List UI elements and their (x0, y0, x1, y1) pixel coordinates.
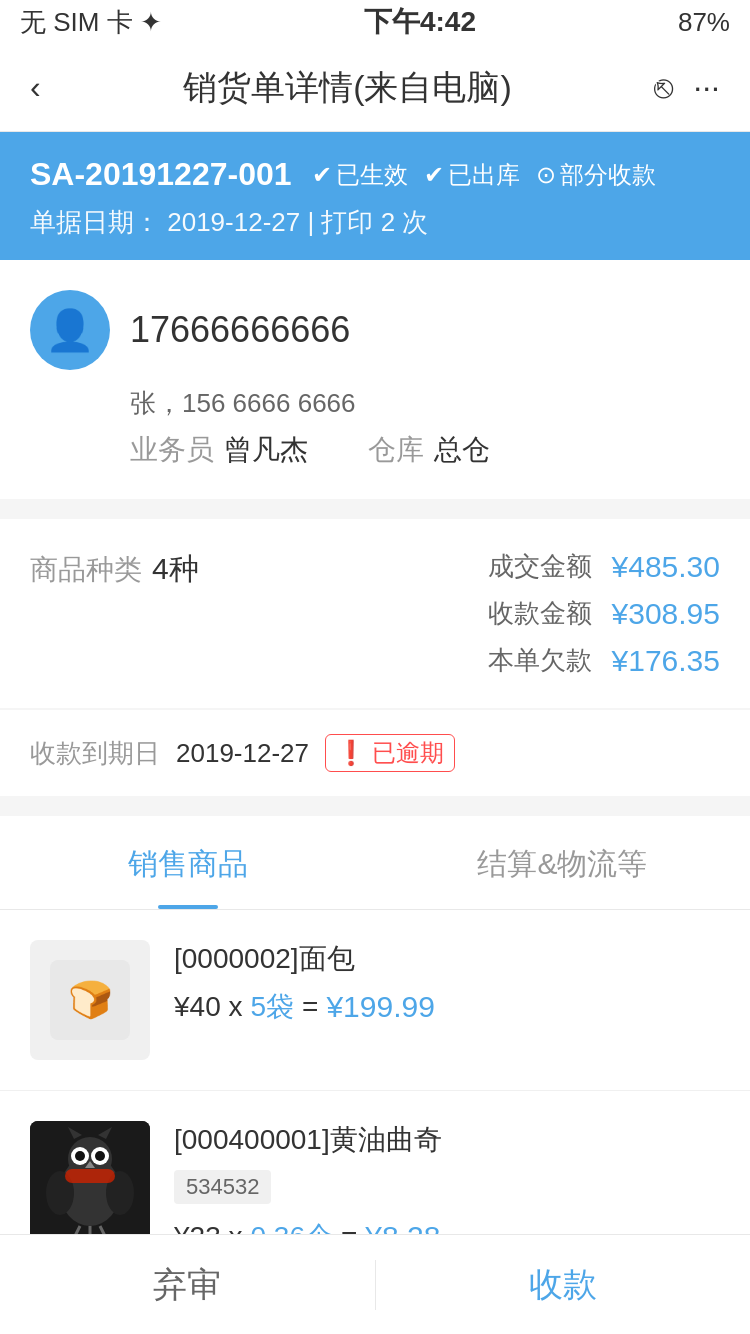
cancel-button[interactable]: 弃审 (0, 1262, 375, 1308)
check-icon-1: ✔ (312, 161, 332, 189)
salesperson-value: 曾凡杰 (224, 431, 308, 469)
stats-section: 商品种类 4种 成交金额 ¥485.30 收款金额 ¥308.95 本单欠款 ¥… (0, 519, 750, 708)
customer-section: 👤 17666666666 张，156 6666 6666 业务员 曾凡杰 仓库… (0, 260, 750, 499)
order-date: 单据日期： 2019-12-27 | 打印 2 次 (30, 205, 720, 240)
stats-left: 商品种类 4种 (30, 549, 199, 590)
debt-amount-row: 本单欠款 ¥176.35 (488, 643, 720, 678)
bottom-bar: 弃审 收款 (0, 1234, 750, 1334)
check-icon-2: ✔ (424, 161, 444, 189)
received-amount-value: ¥308.95 (612, 597, 720, 631)
product-item: 🍞 [0000002]面包 ¥40 x 5袋 = ¥199.99 (0, 910, 750, 1091)
tabs: 销售商品 结算&物流等 (0, 816, 750, 910)
customer-avatar: 👤 (30, 290, 110, 370)
deal-amount-row: 成交金额 ¥485.30 (488, 549, 720, 584)
due-date-label: 收款到期日 (30, 736, 160, 771)
warehouse-row: 仓库 总仓 (368, 431, 490, 469)
customer-id: 17666666666 (130, 309, 350, 351)
warehouse-label: 仓库 (368, 431, 424, 469)
product-image-bread: 🍞 (30, 940, 150, 1060)
product-types: 商品种类 4种 (30, 549, 199, 590)
status-left: 无 SIM 卡 ✦ (20, 5, 162, 40)
deal-amount-value: ¥485.30 (612, 550, 720, 584)
page-title: 销货单详情(来自电脑) (183, 65, 512, 111)
warning-icon: ❗ (336, 739, 366, 767)
more-icon[interactable]: ··· (693, 69, 720, 106)
overdue-text: 已逾期 (372, 737, 444, 769)
svg-text:🍞: 🍞 (68, 978, 113, 1021)
status-out: ✔ 已出库 (424, 159, 520, 191)
svg-rect-14 (65, 1169, 115, 1183)
debt-amount-label: 本单欠款 (488, 643, 592, 678)
product-sku-cookie: 534532 (174, 1170, 271, 1204)
product-price-bread: ¥40 x 5袋 = ¥199.99 (174, 988, 720, 1026)
confirm-button[interactable]: 收款 (376, 1262, 751, 1308)
clock-icon: ⊙ (536, 161, 556, 189)
product-types-count: 4种 (152, 549, 199, 590)
share-icon[interactable]: ⎋ (654, 69, 673, 106)
received-amount-label: 收款金额 (488, 596, 592, 631)
product-image-cookie (30, 1121, 150, 1241)
svg-point-7 (75, 1151, 85, 1161)
deal-amount-label: 成交金额 (488, 549, 592, 584)
customer-detail: 张，156 6666 6666 (130, 386, 720, 421)
battery-text: 87% (678, 7, 730, 38)
customer-row: 业务员 曾凡杰 仓库 总仓 (130, 431, 720, 469)
products-section: 🍞 [0000002]面包 ¥40 x 5袋 = ¥199.99 (0, 910, 750, 1287)
avatar-icon: 👤 (45, 307, 95, 354)
product-info-bread: [0000002]面包 ¥40 x 5袋 = ¥199.99 (174, 940, 720, 1026)
total-bread: ¥199.99 (326, 990, 434, 1024)
product-types-label: 商品种类 (30, 551, 142, 589)
tab-settlement[interactable]: 结算&物流等 (375, 816, 750, 909)
status-right: 87% (678, 7, 730, 38)
status-badges: ✔ 已生效 ✔ 已出库 ⊙ 部分收款 (312, 159, 656, 191)
debt-amount-value: ¥176.35 (612, 644, 720, 678)
salesperson-label: 业务员 (130, 431, 214, 469)
svg-point-8 (95, 1151, 105, 1161)
back-icon[interactable]: ‹ (30, 69, 41, 106)
product-name-bread: [0000002]面包 (174, 940, 720, 978)
due-section: 收款到期日 2019-12-27 ❗ 已逾期 (0, 710, 750, 796)
due-date-value: 2019-12-27 (176, 738, 309, 769)
nav-bar: ‹ 销货单详情(来自电脑) ⎋ ··· (0, 44, 750, 132)
received-amount-row: 收款金额 ¥308.95 (488, 596, 720, 631)
order-number: SA-20191227-001 (30, 156, 292, 193)
price-text-bread: ¥40 x (174, 991, 243, 1023)
nav-left: ‹ (30, 69, 41, 106)
tab-sales-products[interactable]: 销售商品 (0, 816, 375, 909)
quantity-bread: 5袋 (251, 988, 295, 1026)
status-partial: ⊙ 部分收款 (536, 159, 656, 191)
order-header: SA-20191227-001 ✔ 已生效 ✔ 已出库 ⊙ 部分收款 单据日期：… (0, 132, 750, 260)
equals-bread: = (302, 991, 318, 1023)
sim-text: 无 SIM 卡 ✦ (20, 5, 162, 40)
product-name-cookie: [000400001]黄油曲奇 (174, 1121, 720, 1159)
status-bar: 无 SIM 卡 ✦ 下午4:42 87% (0, 0, 750, 44)
overdue-badge: ❗ 已逾期 (325, 734, 455, 772)
status-time: 下午4:42 (364, 3, 476, 41)
stats-right: 成交金额 ¥485.30 收款金额 ¥308.95 本单欠款 ¥176.35 (488, 549, 720, 678)
warehouse-value: 总仓 (434, 431, 490, 469)
nav-right: ⎋ ··· (654, 69, 720, 106)
customer-info: 张，156 6666 6666 业务员 曾凡杰 仓库 总仓 (130, 386, 720, 469)
salesperson-row: 业务员 曾凡杰 (130, 431, 308, 469)
status-effected: ✔ 已生效 (312, 159, 408, 191)
